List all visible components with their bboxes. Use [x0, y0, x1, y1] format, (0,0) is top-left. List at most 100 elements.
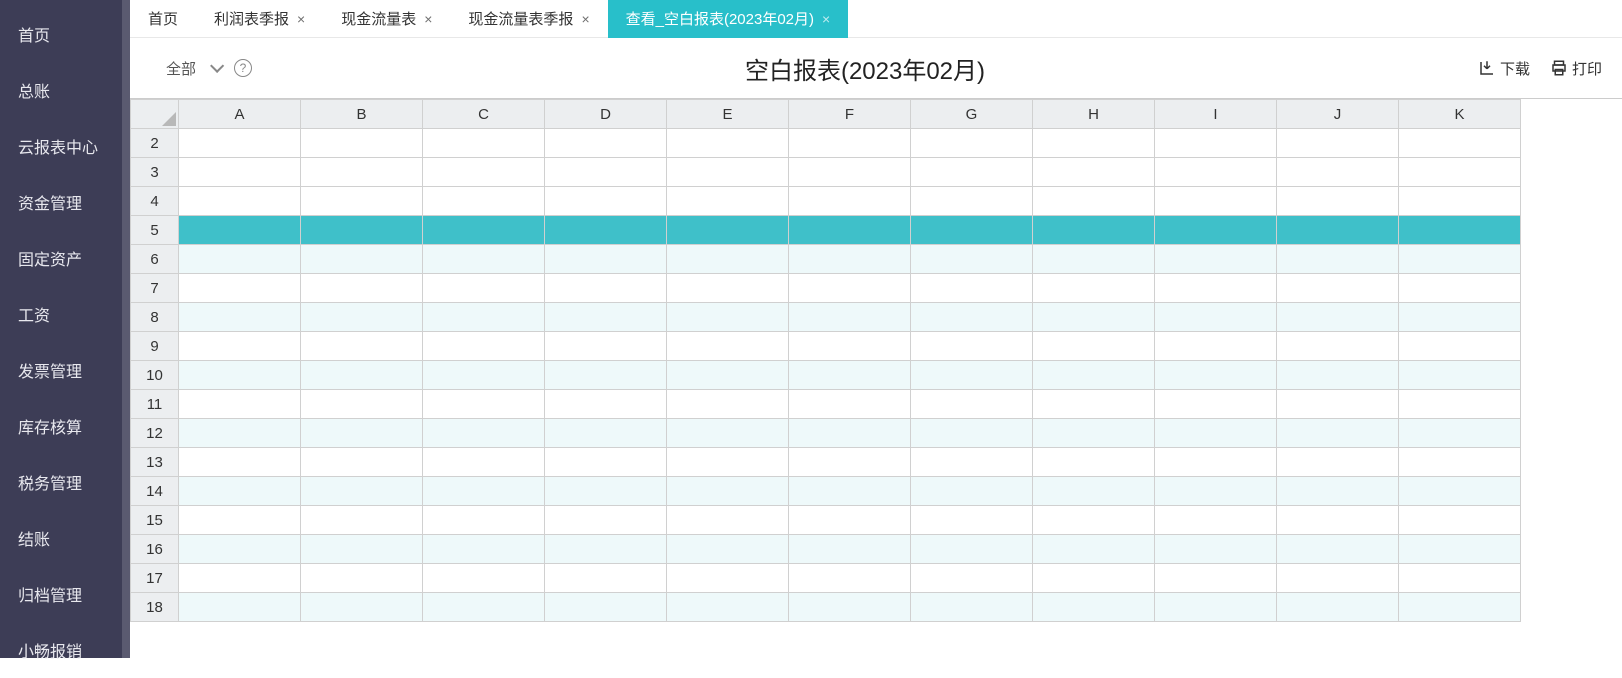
cell-C17[interactable]	[423, 564, 545, 593]
cell-K15[interactable]	[1399, 506, 1521, 535]
cell-G11[interactable]	[911, 390, 1033, 419]
cell-D15[interactable]	[545, 506, 667, 535]
cell-G17[interactable]	[911, 564, 1033, 593]
cell-J6[interactable]	[1277, 245, 1399, 274]
row-header-3[interactable]: 3	[131, 158, 179, 187]
cell-C3[interactable]	[423, 158, 545, 187]
cell-E12[interactable]	[667, 419, 789, 448]
cell-K17[interactable]	[1399, 564, 1521, 593]
cell-B12[interactable]	[301, 419, 423, 448]
cell-A13[interactable]	[179, 448, 301, 477]
cell-J4[interactable]	[1277, 187, 1399, 216]
cell-I9[interactable]	[1155, 332, 1277, 361]
cell-B10[interactable]	[301, 361, 423, 390]
cell-I3[interactable]	[1155, 158, 1277, 187]
cell-D4[interactable]	[545, 187, 667, 216]
row-header-10[interactable]: 10	[131, 361, 179, 390]
cell-C6[interactable]	[423, 245, 545, 274]
sidebar-item-7[interactable]: 库存核算	[0, 398, 130, 454]
cell-I13[interactable]	[1155, 448, 1277, 477]
cell-J7[interactable]	[1277, 274, 1399, 303]
cell-E18[interactable]	[667, 593, 789, 622]
cell-B13[interactable]	[301, 448, 423, 477]
cell-E11[interactable]	[667, 390, 789, 419]
sidebar-item-6[interactable]: 发票管理	[0, 342, 130, 398]
cell-B18[interactable]	[301, 593, 423, 622]
cell-F11[interactable]	[789, 390, 911, 419]
cell-F14[interactable]	[789, 477, 911, 506]
cell-I7[interactable]	[1155, 274, 1277, 303]
cell-E4[interactable]	[667, 187, 789, 216]
tab-0[interactable]: 首页	[130, 0, 196, 38]
cell-F16[interactable]	[789, 535, 911, 564]
sidebar-item-10[interactable]: 归档管理	[0, 566, 130, 622]
cell-F15[interactable]	[789, 506, 911, 535]
cell-K13[interactable]	[1399, 448, 1521, 477]
cell-E3[interactable]	[667, 158, 789, 187]
cell-E16[interactable]	[667, 535, 789, 564]
cell-E15[interactable]	[667, 506, 789, 535]
cell-D14[interactable]	[545, 477, 667, 506]
cell-B3[interactable]	[301, 158, 423, 187]
column-header-A[interactable]: A	[179, 100, 301, 129]
tab-2[interactable]: 现金流量表×	[323, 0, 450, 38]
cell-E10[interactable]	[667, 361, 789, 390]
sidebar-item-8[interactable]: 税务管理	[0, 454, 130, 510]
cell-A12[interactable]	[179, 419, 301, 448]
cell-J9[interactable]	[1277, 332, 1399, 361]
cell-K8[interactable]	[1399, 303, 1521, 332]
sidebar-item-5[interactable]: 工资	[0, 286, 130, 342]
row-header-16[interactable]: 16	[131, 535, 179, 564]
cell-I10[interactable]	[1155, 361, 1277, 390]
cell-D7[interactable]	[545, 274, 667, 303]
cell-A10[interactable]	[179, 361, 301, 390]
cell-D16[interactable]	[545, 535, 667, 564]
cell-B17[interactable]	[301, 564, 423, 593]
column-header-B[interactable]: B	[301, 100, 423, 129]
cell-J16[interactable]	[1277, 535, 1399, 564]
cell-D9[interactable]	[545, 332, 667, 361]
cell-I14[interactable]	[1155, 477, 1277, 506]
tab-3[interactable]: 现金流量表季报×	[450, 0, 607, 38]
cell-G16[interactable]	[911, 535, 1033, 564]
row-header-11[interactable]: 11	[131, 390, 179, 419]
cell-H2[interactable]	[1033, 129, 1155, 158]
close-icon[interactable]: ×	[822, 11, 830, 27]
cell-H18[interactable]	[1033, 593, 1155, 622]
cell-J14[interactable]	[1277, 477, 1399, 506]
cell-K11[interactable]	[1399, 390, 1521, 419]
cell-F4[interactable]	[789, 187, 911, 216]
cell-I5[interactable]	[1155, 216, 1277, 245]
cell-A9[interactable]	[179, 332, 301, 361]
cell-C2[interactable]	[423, 129, 545, 158]
cell-F3[interactable]	[789, 158, 911, 187]
cell-D18[interactable]	[545, 593, 667, 622]
cell-G4[interactable]	[911, 187, 1033, 216]
column-header-I[interactable]: I	[1155, 100, 1277, 129]
cell-J10[interactable]	[1277, 361, 1399, 390]
cell-F18[interactable]	[789, 593, 911, 622]
filter-dropdown[interactable]: 全部 ?	[166, 58, 252, 79]
download-button[interactable]: 下载	[1478, 58, 1530, 79]
cell-C18[interactable]	[423, 593, 545, 622]
cell-I15[interactable]	[1155, 506, 1277, 535]
cell-I18[interactable]	[1155, 593, 1277, 622]
cell-C15[interactable]	[423, 506, 545, 535]
cell-K9[interactable]	[1399, 332, 1521, 361]
cell-F13[interactable]	[789, 448, 911, 477]
cell-A16[interactable]	[179, 535, 301, 564]
sidebar-item-2[interactable]: 云报表中心	[0, 118, 130, 174]
cell-B15[interactable]	[301, 506, 423, 535]
cell-H13[interactable]	[1033, 448, 1155, 477]
row-header-7[interactable]: 7	[131, 274, 179, 303]
cell-J5[interactable]	[1277, 216, 1399, 245]
cell-G12[interactable]	[911, 419, 1033, 448]
cell-K6[interactable]	[1399, 245, 1521, 274]
cell-B2[interactable]	[301, 129, 423, 158]
cell-F5[interactable]	[789, 216, 911, 245]
cell-G7[interactable]	[911, 274, 1033, 303]
row-header-4[interactable]: 4	[131, 187, 179, 216]
cell-J18[interactable]	[1277, 593, 1399, 622]
row-header-14[interactable]: 14	[131, 477, 179, 506]
cell-I2[interactable]	[1155, 129, 1277, 158]
